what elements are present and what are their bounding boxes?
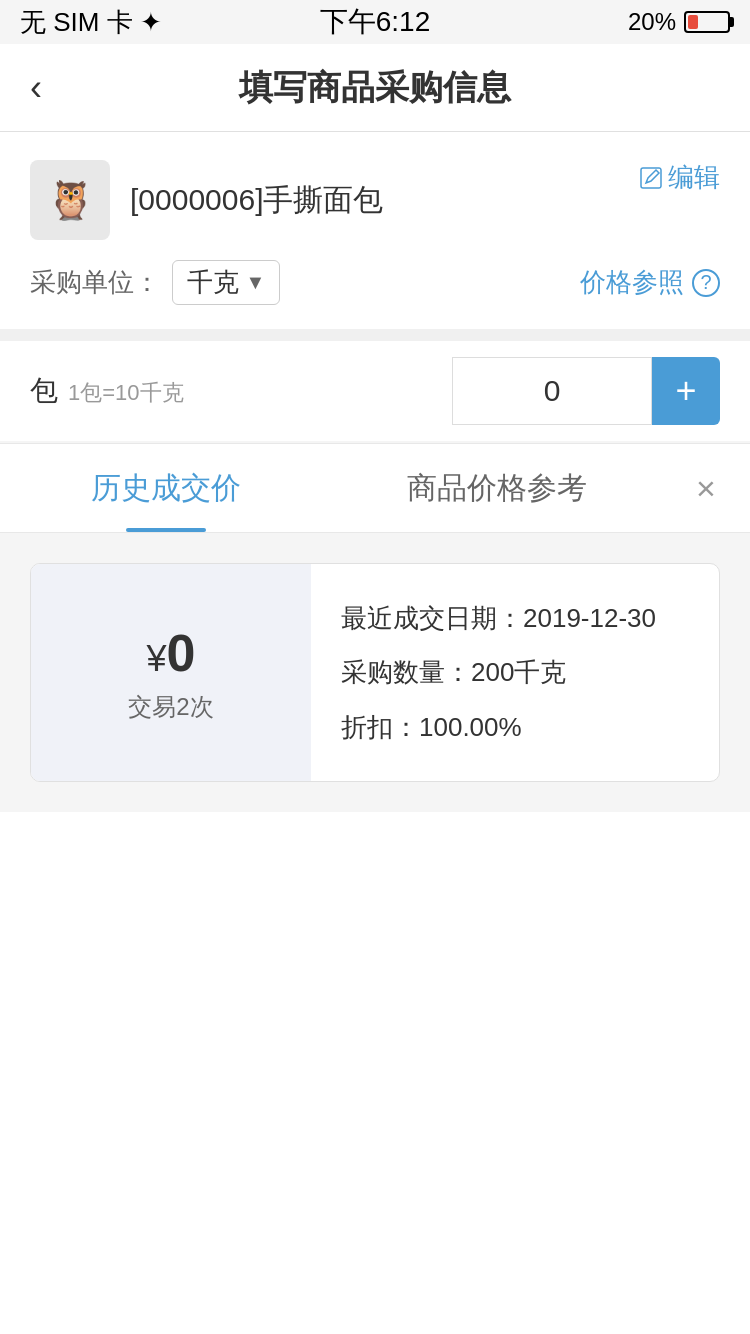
tab-active-indicator [126,528,206,532]
product-left: 🦉 [0000006]手撕面包 [30,160,383,240]
product-name: [0000006]手撕面包 [130,180,383,221]
qty-plus-button[interactable]: + [652,357,720,425]
tab-content: ¥0 交易2次 最近成交日期：2019-12-30 采购数量：200千克 折扣：… [0,533,750,812]
price-summary: ¥0 交易2次 [31,564,311,781]
price-ref-icon: ? [692,269,720,297]
tab-header: 历史成交价 商品价格参考 × [0,444,750,533]
price-trades: 交易2次 [128,691,213,723]
qty-controls: 0 + [452,357,720,425]
currency-symbol: ¥ [147,638,167,679]
product-header: 🦉 [0000006]手撕面包 编辑 [30,160,720,240]
qty-unit-label: 包 [30,372,58,410]
tab-history-label: 历史成交价 [91,468,241,509]
battery-fill [688,15,698,29]
purchase-qty-value: 200千克 [471,657,566,687]
price-ref-button[interactable]: 价格参照 ? [580,265,720,300]
nav-bar: ‹ 填写商品采购信息 [0,44,750,132]
price-details: 最近成交日期：2019-12-30 采购数量：200千克 折扣：100.00% [311,564,719,781]
qty-label-group: 包 1包=10千克 [30,372,184,410]
edit-label: 编辑 [668,160,720,195]
unit-value: 千克 [187,265,239,300]
signal-text: 无 SIM 卡 ✦ [20,5,162,40]
page-title: 填写商品采购信息 [239,65,511,111]
tab-product-price-ref[interactable]: 商品价格参考 [331,444,662,532]
purchase-qty-label: 采购数量： [341,657,471,687]
recent-date-value: 2019-12-30 [523,603,656,633]
unit-label: 采购单位： [30,267,160,297]
battery-percent: 20% [628,8,676,36]
price-value: 0 [167,624,196,682]
status-bar: 无 SIM 卡 ✦ 下午6:12 20% [0,0,750,44]
edit-button[interactable]: 编辑 [640,160,720,195]
recent-date-row: 最近成交日期：2019-12-30 [341,600,689,636]
tab-container: 历史成交价 商品价格参考 × ¥0 交易2次 最近成交日期：2019-12-30 [0,443,750,812]
discount-label: 折扣： [341,712,419,742]
product-unit-row: 采购单位： 千克 ▼ 价格参照 ? [30,260,720,305]
unit-select-dropdown[interactable]: 千克 ▼ [172,260,280,305]
purchase-qty-row: 采购数量：200千克 [341,654,689,690]
qty-input-display[interactable]: 0 [452,357,652,425]
battery-area: 20% [628,8,730,36]
discount-value: 100.00% [419,712,522,742]
section-divider [0,329,750,341]
price-main-display: ¥0 [147,623,196,683]
time-display: 下午6:12 [320,3,431,41]
unit-selector-group: 采购单位： 千克 ▼ [30,260,280,305]
unit-dropdown-arrow: ▼ [245,271,265,294]
price-card: ¥0 交易2次 最近成交日期：2019-12-30 采购数量：200千克 折扣：… [30,563,720,782]
discount-row: 折扣：100.00% [341,709,689,745]
quantity-row: 包 1包=10千克 0 + [0,341,750,441]
plus-icon: + [675,370,696,412]
qty-conversion-label: 1包=10千克 [68,378,184,408]
product-thumbnail-icon: 🦉 [47,178,94,222]
close-icon: × [696,469,716,508]
tab-close-button[interactable]: × [662,444,750,532]
battery-icon [684,11,730,33]
qty-value: 0 [544,374,561,408]
tab-history-price[interactable]: 历史成交价 [0,444,331,532]
product-card: 🦉 [0000006]手撕面包 编辑 采购单位： 千克 ▼ 价格参照 ? [0,132,750,329]
product-logo: 🦉 [30,160,110,240]
price-ref-label: 价格参照 [580,265,684,300]
recent-date-label: 最近成交日期： [341,603,523,633]
tab-product-price-label: 商品价格参考 [407,468,587,509]
bottom-space [0,812,750,1334]
edit-icon [640,167,662,189]
back-button[interactable]: ‹ [30,67,42,109]
